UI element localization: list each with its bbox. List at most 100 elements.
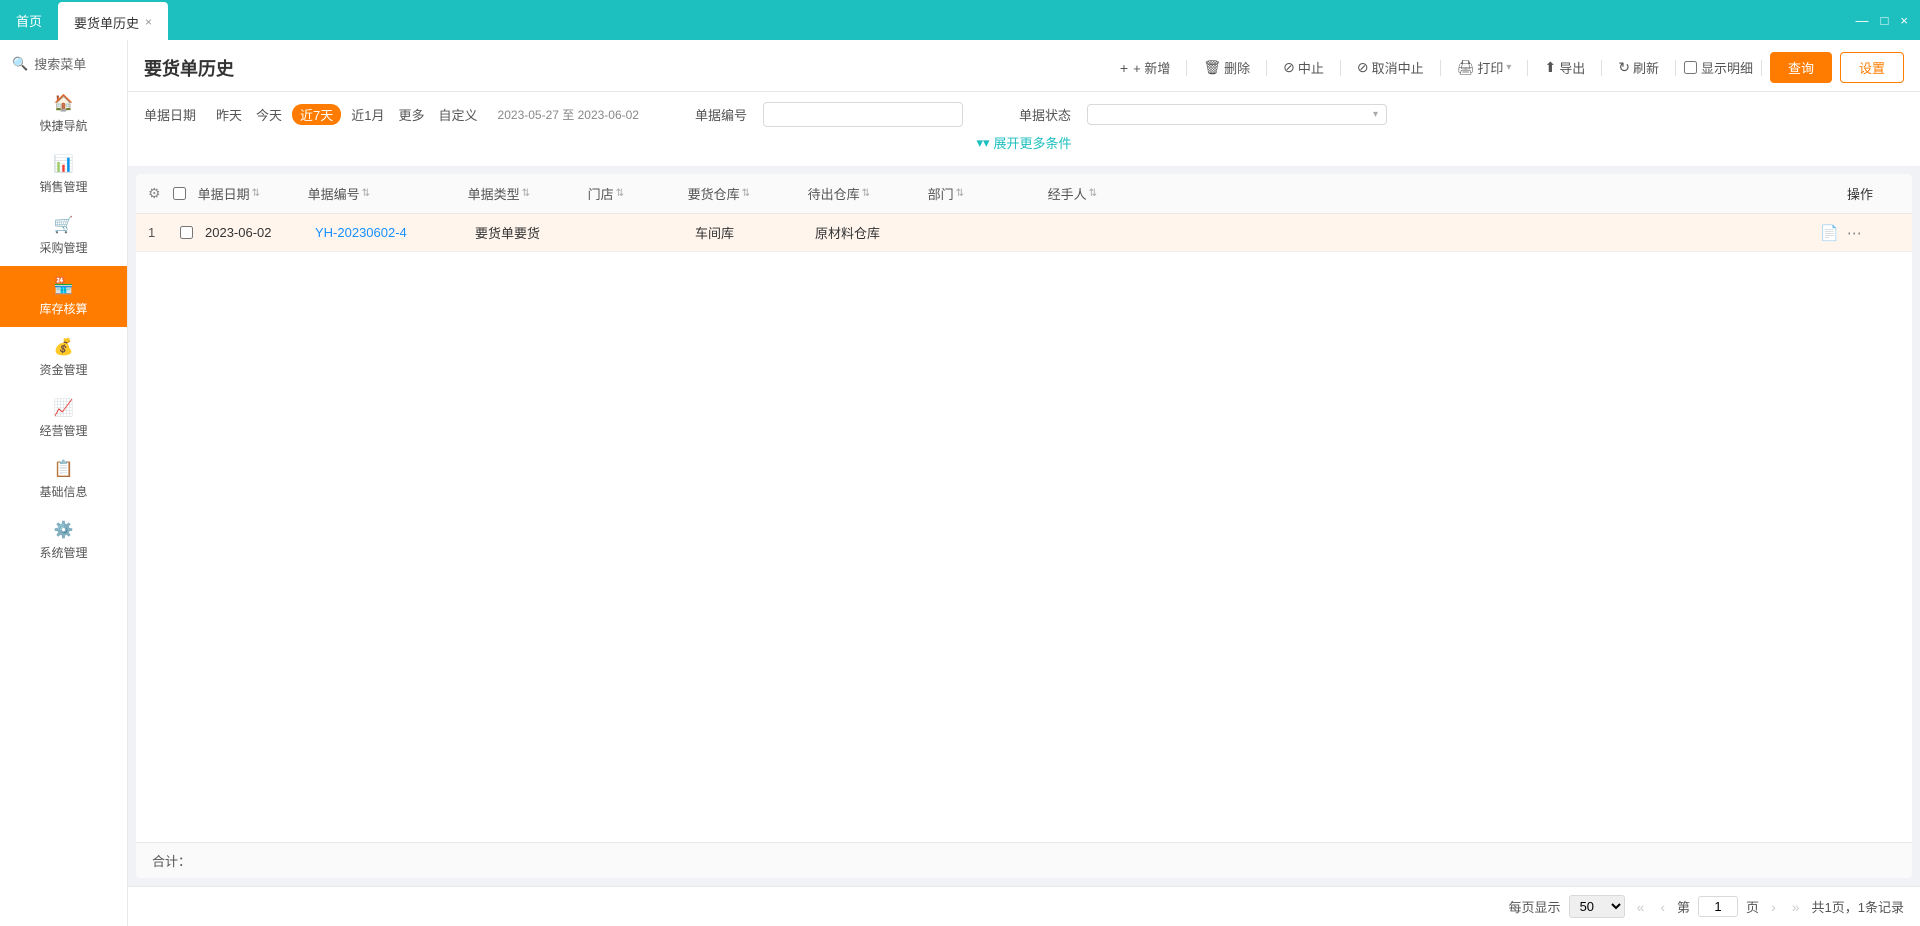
col-header-handler[interactable]: 经手人 ⇅ [1048,184,1198,203]
date-btn-today[interactable]: 今天 [252,104,286,125]
row-edit-icon-1[interactable]: 📄 [1820,224,1839,242]
total-info: 共1页，1条记录 [1812,897,1904,916]
sidebar-item-inventory[interactable]: 🏪 库存核算 [0,266,127,327]
summary-label: 合计： [152,851,191,870]
search-icon: 🔍 [12,56,28,72]
sort-icon-code: ⇅ [362,188,370,199]
basic-info-icon: 📋 [54,459,74,479]
sidebar-item-quicknav[interactable]: 🏠 快捷导航 [0,83,127,144]
sidebar-search[interactable]: 🔍 搜索菜单 [0,44,127,83]
col-header-date[interactable]: 单据日期 ⇅ [198,184,308,203]
print-button[interactable]: 🖨 打印 ▾ [1449,54,1520,81]
table-container: ⚙ 单据日期 ⇅ 单据编号 ⇅ 单据类型 ⇅ 门店 ⇅ [136,174,1912,878]
table-body: 1 2023-06-02 YH-20230602-4 要货单要货 车间库 原材料… [136,214,1912,842]
content-area: 要货单历史 + + 新增 🗑 删除 ⊘ 中止 ⊘ [128,40,1920,926]
setting-button[interactable]: 设置 [1840,52,1904,83]
col-header-pending-warehouse[interactable]: 待出仓库 ⇅ [808,184,928,203]
table-header: ⚙ 单据日期 ⇅ 单据编号 ⇅ 单据类型 ⇅ 门店 ⇅ [136,174,1912,214]
main-layout: 🔍 搜索菜单 🏠 快捷导航 📊 销售管理 🛒 采购管理 🏪 库存核算 💰 资金管… [0,40,1920,926]
sort-icon-store: ⇅ [616,188,624,199]
stop-icon: ⊘ [1283,59,1295,76]
display-detail-checkbox[interactable] [1684,61,1697,74]
row-date-1: 2023-06-02 [205,225,315,240]
sidebar-label-inventory: 库存核算 [39,300,87,317]
new-button[interactable]: + + 新增 [1112,54,1178,81]
delete-button[interactable]: 🗑 删除 [1195,54,1258,81]
doc-status-label: 单据状态 [1019,105,1071,124]
col-header-code[interactable]: 单据编号 ⇅ [308,184,468,203]
col-header-actions: 操作 [1820,184,1900,203]
row-code-link-1[interactable]: YH-20230602-4 [315,225,407,240]
query-button[interactable]: 查询 [1770,52,1832,83]
stop-button[interactable]: ⊘ 中止 [1275,54,1332,81]
expand-more-btn[interactable]: ▾▾ 展开更多条件 [144,127,1904,156]
tab-active[interactable]: 要货单历史 × [58,2,168,42]
refresh-button[interactable]: ↻ 刷新 [1610,54,1667,81]
sort-icon-handler: ⇅ [1089,188,1097,199]
sidebar-item-purchase[interactable]: 🛒 采购管理 [0,205,127,266]
system-icon: ⚙️ [54,520,74,540]
cancel-stop-button[interactable]: ⊘ 取消中止 [1349,54,1432,81]
prev-page-btn[interactable]: ‹ [1656,897,1669,917]
page-size-label: 每页显示 [1509,897,1561,916]
date-btn-7days[interactable]: 近7天 [292,104,341,125]
col-header-type[interactable]: 单据类型 ⇅ [468,184,588,203]
row-code-1[interactable]: YH-20230602-4 [315,225,475,240]
sidebar-label-quicknav: 快捷导航 [39,117,87,134]
sidebar-item-basic-info[interactable]: 📋 基础信息 [0,449,127,510]
sidebar-item-operations[interactable]: 📈 经营管理 [0,388,127,449]
sidebar-label-finance: 资金管理 [39,361,87,378]
page-title: 要货单历史 [144,55,234,81]
page-input[interactable] [1698,896,1738,917]
doc-number-input[interactable] [763,102,963,127]
row-pending-warehouse-1: 原材料仓库 [815,223,935,242]
date-label: 单据日期 [144,105,196,124]
close-window-icon[interactable]: × [1900,13,1908,28]
header-actions: + + 新增 🗑 删除 ⊘ 中止 ⊘ 取消中止 [1112,52,1904,83]
col-header-store[interactable]: 门店 ⇅ [588,184,688,203]
purchase-icon: 🛒 [54,215,74,235]
date-btn-1month[interactable]: 近1月 [347,104,388,125]
row-actions-1: 📄 ⋯ [1820,224,1900,242]
page-size-select[interactable]: 50 100 200 [1569,895,1625,918]
next-page-btn[interactable]: › [1767,897,1780,917]
sort-icon-date: ⇅ [252,188,260,199]
doc-status-select[interactable]: ▾ [1087,104,1387,125]
sidebar-item-finance[interactable]: 💰 资金管理 [0,327,127,388]
divider6 [1601,60,1602,76]
last-page-btn[interactable]: » [1788,897,1804,917]
sidebar-label-purchase: 采购管理 [39,239,87,256]
sort-icon-dept: ⇅ [956,188,964,199]
sidebar-item-system[interactable]: ⚙️ 系统管理 [0,510,127,571]
tab-home[interactable]: 首页 [0,0,58,40]
divider4 [1440,60,1441,76]
table-settings-icon[interactable]: ⚙ [148,185,161,202]
tab-close-icon[interactable]: × [145,15,152,29]
minimize-icon[interactable]: — [1856,13,1869,28]
date-shortcuts: 昨天 今天 近7天 近1月 更多 自定义 [212,104,482,125]
col-header-dept[interactable]: 部门 ⇅ [928,184,1048,203]
row-checkbox-1[interactable] [180,226,193,239]
divider8 [1761,60,1762,76]
sidebar-label-basic-info: 基础信息 [39,483,87,500]
page-label: 第 [1677,897,1690,916]
sidebar-item-sales[interactable]: 📊 销售管理 [0,144,127,205]
delete-icon: 🗑 [1203,59,1221,76]
divider5 [1527,60,1528,76]
maximize-icon[interactable]: □ [1881,13,1889,28]
col-header-req-warehouse[interactable]: 要货仓库 ⇅ [688,184,808,203]
display-detail-toggle[interactable]: 显示明细 [1684,58,1753,77]
first-page-btn[interactable]: « [1633,897,1649,917]
date-btn-yesterday[interactable]: 昨天 [212,104,246,125]
sales-icon: 📊 [54,154,74,174]
export-button[interactable]: ⬆ 导出 [1536,54,1593,81]
sidebar-label-sales: 销售管理 [39,178,87,195]
date-btn-custom[interactable]: 自定义 [435,104,482,125]
refresh-icon: ↻ [1618,59,1630,76]
select-all-checkbox[interactable] [173,187,186,200]
sidebar-label-operations: 经营管理 [39,422,87,439]
date-btn-more[interactable]: 更多 [395,104,429,125]
row-more-icon-1[interactable]: ⋯ [1847,224,1862,242]
pagination-bar: 每页显示 50 100 200 « ‹ 第 页 › » 共1页，1条记录 [128,886,1920,926]
new-icon: + [1120,60,1128,76]
